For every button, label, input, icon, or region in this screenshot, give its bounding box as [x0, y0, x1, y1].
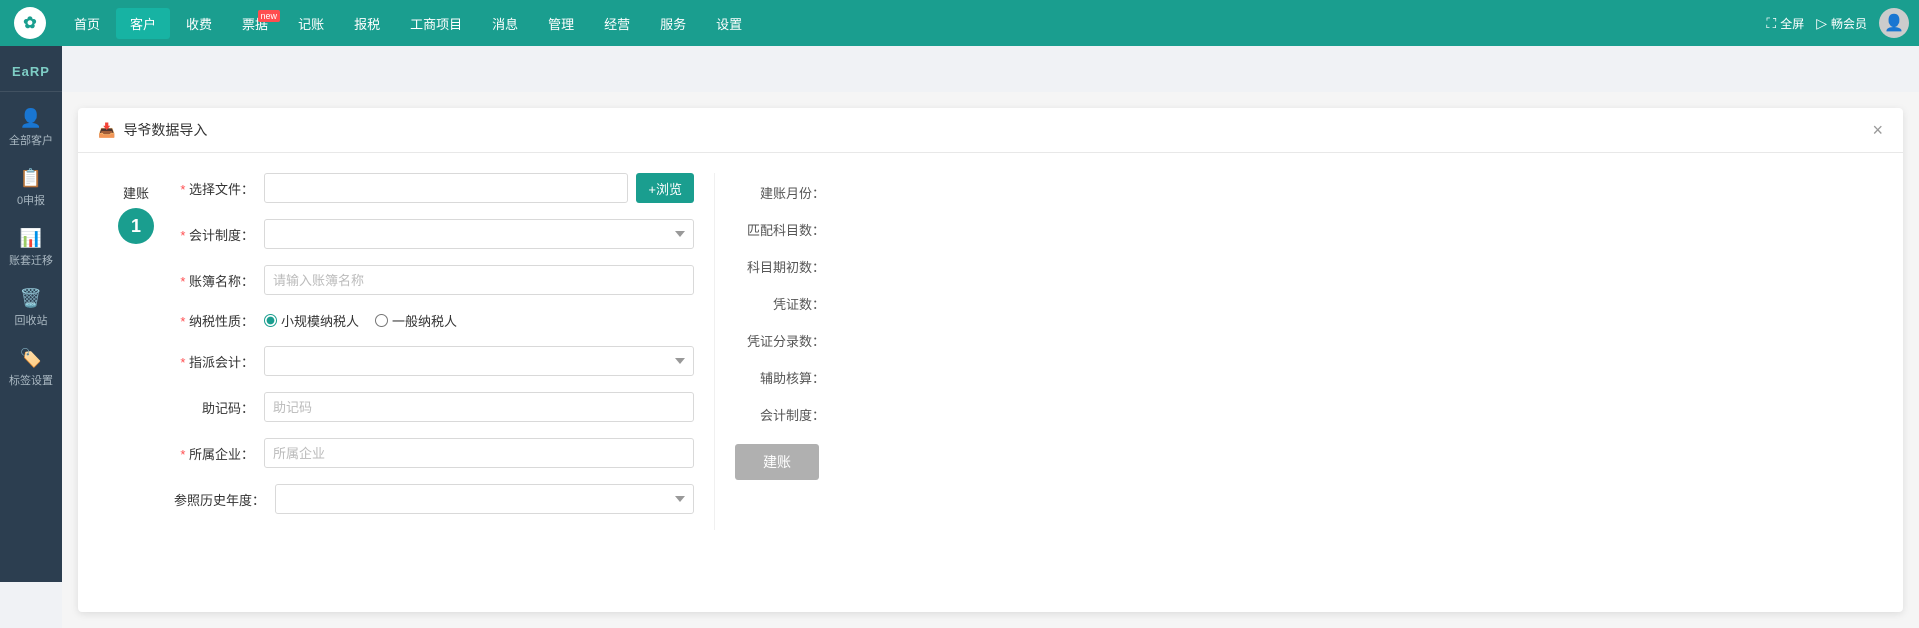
step-label: 建账	[123, 183, 149, 202]
nav-right: ⛶ 全屏 ▷ 畅会员 👤	[1766, 8, 1909, 38]
info-voucher-entries: 凭证分录数：	[735, 331, 994, 350]
customers-icon: 👤	[20, 108, 42, 129]
build-button[interactable]: 建账	[735, 444, 819, 480]
user-avatar[interactable]: 👤	[1879, 8, 1909, 38]
dialog-title-text: 导爷数据导入	[123, 120, 207, 140]
form-section: 选择文件： +浏览 会计制度： 账簿名称：	[174, 173, 694, 530]
accounting-system-row: 会计制度：	[174, 219, 694, 249]
nav-invoices[interactable]: 票据 new	[228, 8, 282, 39]
memo-code-input[interactable]	[264, 392, 694, 422]
match-subjects-label: 匹配科目数：	[735, 220, 825, 239]
declaration-icon: 📋	[20, 168, 42, 189]
company-label: 所属企业：	[174, 444, 254, 463]
sidebar-item-declaration[interactable]: 📋 0申报	[0, 160, 62, 216]
tags-icon: 🏷️	[20, 348, 42, 369]
info-accounting-system2: 会计制度：	[735, 405, 994, 424]
info-voucher-count: 凭证数：	[735, 294, 994, 313]
subject-initial-label: 科目期初数：	[735, 257, 825, 276]
ledger-name-input[interactable]	[264, 265, 694, 295]
dialog-body: 建账 1 选择文件： +浏览 会计制度：	[78, 153, 1903, 550]
top-nav: ✿ 首页 客户 收费 票据 new 记账 报税 工商项目 消息 管理 经营 服务…	[0, 0, 1919, 46]
sidebar-item-recycle[interactable]: 🗑️ 回收站	[0, 280, 62, 336]
main-content: 📥 导爷数据导入 × 建账 1 选择文件： +浏览	[62, 92, 1919, 628]
nav-collection[interactable]: 收费	[172, 8, 226, 39]
voucher-entries-label: 凭证分录数：	[735, 331, 825, 350]
company-input[interactable]	[264, 438, 694, 468]
memo-code-row: 助记码：	[174, 392, 694, 422]
close-button[interactable]: ×	[1872, 121, 1883, 139]
accounting-system2-label: 会计制度：	[735, 405, 825, 424]
history-year-select[interactable]	[275, 484, 694, 514]
nav-tax[interactable]: 报税	[340, 8, 394, 39]
dialog-title-icon: 📥	[98, 122, 115, 139]
new-badge: new	[258, 10, 281, 22]
nav-business[interactable]: 工商项目	[396, 8, 476, 39]
vip-btn[interactable]: ▷ 畅会员	[1816, 15, 1867, 32]
nav-service[interactable]: 服务	[646, 8, 700, 39]
nav-customers[interactable]: 客户	[116, 8, 170, 39]
file-row: 选择文件： +浏览	[174, 173, 694, 203]
nav-items: 首页 客户 收费 票据 new 记账 报税 工商项目 消息 管理 经营 服务 设…	[60, 8, 1766, 39]
build-month-label: 建账月份：	[735, 183, 825, 202]
dialog-wrapper: 📥 导爷数据导入 × 建账 1 选择文件： +浏览	[78, 108, 1903, 612]
file-input[interactable]	[264, 173, 628, 203]
nav-management[interactable]: 管理	[534, 8, 588, 39]
logo-icon: ✿	[14, 7, 46, 39]
recycle-icon: 🗑️	[20, 288, 42, 309]
radio-general-taxpayer[interactable]: 一般纳税人	[375, 311, 457, 330]
radio-small-taxpayer[interactable]: 小规模纳税人	[264, 311, 359, 330]
fullscreen-btn[interactable]: ⛶ 全屏	[1766, 15, 1804, 32]
browse-button[interactable]: +浏览	[636, 173, 694, 203]
dialog-header: 📥 导爷数据导入 ×	[78, 108, 1903, 153]
history-year-label: 参照历史年度：	[174, 490, 265, 509]
tax-type-radio-group: 小规模纳税人 一般纳税人	[264, 311, 694, 330]
accountant-label: 指派会计：	[174, 352, 254, 371]
migration-icon: 📊	[20, 228, 42, 249]
info-auxiliary-calc: 辅助核算：	[735, 368, 994, 387]
tax-type-label: 纳税性质：	[174, 311, 254, 330]
nav-home[interactable]: 首页	[60, 8, 114, 39]
voucher-count-label: 凭证数：	[735, 294, 825, 313]
step-section: 建账 1	[118, 173, 154, 530]
info-match-subjects: 匹配科目数：	[735, 220, 994, 239]
accounting-system-select[interactable]	[264, 219, 694, 249]
ledger-name-label: 账簿名称：	[174, 271, 254, 290]
nav-accounts[interactable]: 记账	[284, 8, 338, 39]
app-logo: ✿	[10, 3, 50, 43]
accountant-select[interactable]	[264, 346, 694, 376]
company-row: 所属企业：	[174, 438, 694, 468]
info-build-month: 建账月份：	[735, 183, 994, 202]
file-label: 选择文件：	[174, 179, 254, 198]
dialog-title: 📥 导爷数据导入	[98, 120, 207, 140]
build-button-wrap: 建账	[735, 444, 994, 480]
accounting-system-label: 会计制度：	[174, 225, 254, 244]
nav-settings[interactable]: 设置	[702, 8, 756, 39]
info-subject-initial: 科目期初数：	[735, 257, 994, 276]
file-input-group: +浏览	[264, 173, 694, 203]
sidebar-logo: EaRP	[0, 56, 62, 92]
sidebar-item-all-customers[interactable]: 👤 全部客户	[0, 100, 62, 156]
sidebar-item-migration[interactable]: 📊 账套迁移	[0, 220, 62, 276]
nav-messages[interactable]: 消息	[478, 8, 532, 39]
history-year-row: 参照历史年度：	[174, 484, 694, 514]
ledger-name-row: 账簿名称：	[174, 265, 694, 295]
tax-type-row: 纳税性质： 小规模纳税人 一般纳税人	[174, 311, 694, 330]
nav-operations[interactable]: 经营	[590, 8, 644, 39]
step-circle: 1	[118, 208, 154, 244]
sidebar: EaRP 👤 全部客户 📋 0申报 📊 账套迁移 🗑️ 回收站 🏷️ 标签设置	[0, 46, 62, 582]
sidebar-item-tags[interactable]: 🏷️ 标签设置	[0, 340, 62, 396]
memo-code-label: 助记码：	[174, 398, 254, 417]
info-section: 建账月份： 匹配科目数： 科目期初数： 凭证数： 凭证分录数：	[714, 173, 994, 530]
accountant-row: 指派会计：	[174, 346, 694, 376]
auxiliary-calc-label: 辅助核算：	[735, 368, 825, 387]
